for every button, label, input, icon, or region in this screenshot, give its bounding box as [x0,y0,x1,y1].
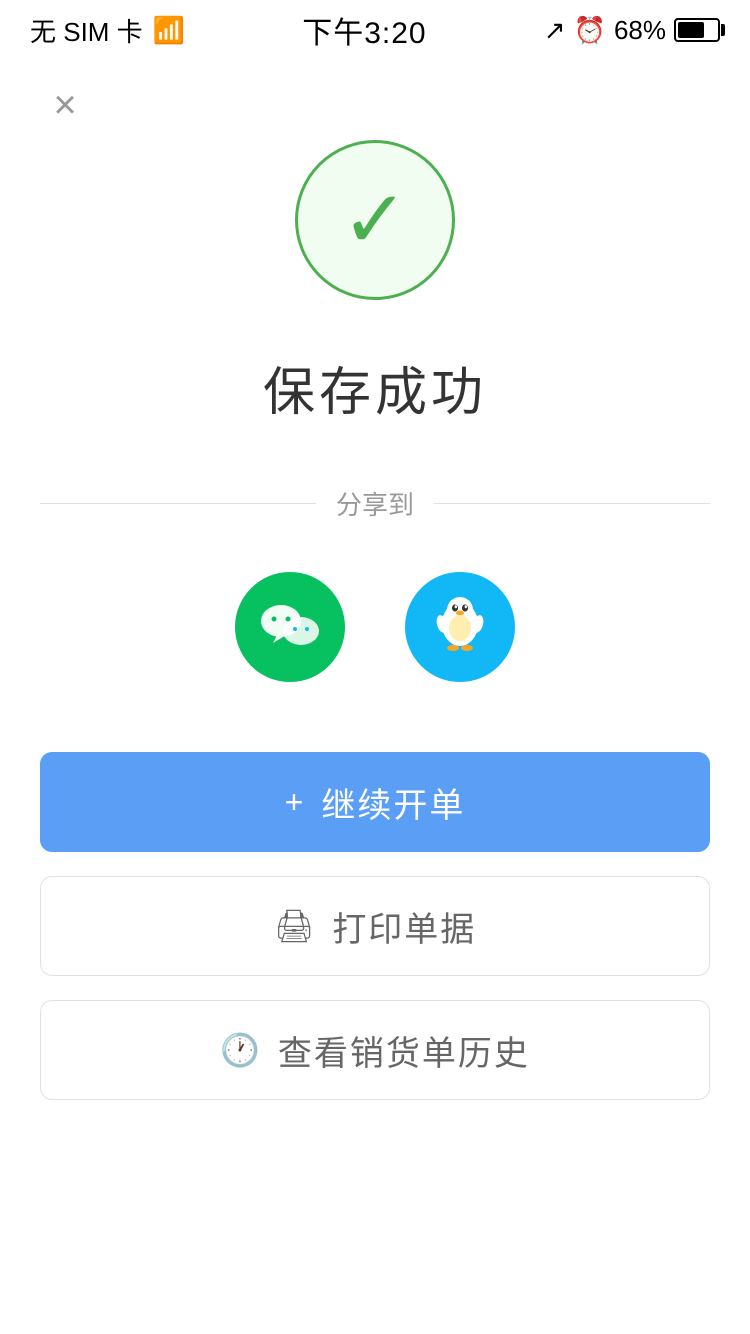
continue-order-button[interactable]: + 继续开单 [40,752,710,852]
printer-icon: 🖨 [274,907,317,945]
wifi-icon: 📶 [153,15,185,46]
print-label: 打印单据 [332,902,476,951]
close-button[interactable]: × [40,80,90,130]
status-time: 下午3:20 [302,8,426,52]
status-bar: 无 SIM 卡 📶 下午3:20 ↗ ⏰ 68% [0,0,750,60]
success-circle: ✓ [295,140,455,300]
battery-percent: 68% [614,15,666,46]
history-icon: 🕐 [220,1031,262,1069]
action-buttons: + 继续开单 🖨 打印单据 🕐 查看销货单历史 [0,752,750,1100]
main-content: ✓ 保存成功 分享到 [0,60,750,1100]
wechat-icon [259,601,321,653]
status-right: ↗ ⏰ 68% [544,15,720,46]
sim-label: 无 SIM 卡 [30,12,143,49]
qq-icon [433,596,487,658]
share-section: 分享到 [0,485,750,682]
close-icon: × [53,85,76,125]
print-button[interactable]: 🖨 打印单据 [40,876,710,976]
status-left: 无 SIM 卡 📶 [30,12,185,49]
share-icons [40,572,710,682]
history-button[interactable]: 🕐 查看销货单历史 [40,1000,710,1100]
battery-bar [674,18,720,42]
battery-fill [678,22,704,38]
location-icon: ↗ [544,15,566,46]
success-title: 保存成功 [263,350,487,425]
share-label: 分享到 [336,485,414,522]
continue-order-label: 继续开单 [321,778,465,827]
alarm-icon: ⏰ [574,15,606,46]
qq-share-button[interactable] [405,572,515,682]
plus-icon: + [285,784,306,821]
share-divider: 分享到 [40,485,710,522]
history-label: 查看销货单历史 [278,1026,530,1075]
wechat-share-button[interactable] [235,572,345,682]
checkmark-icon: ✓ [341,180,408,260]
